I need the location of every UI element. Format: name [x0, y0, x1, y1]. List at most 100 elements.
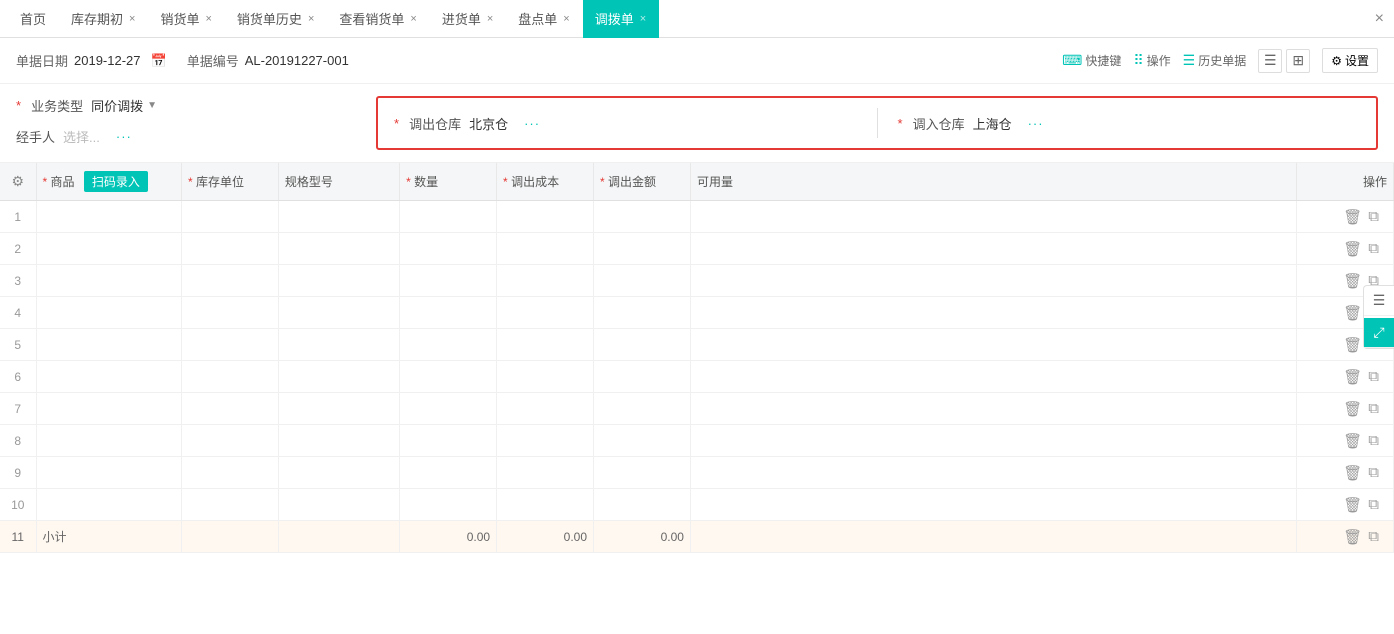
source-warehouse-label: 调出仓库 [409, 114, 461, 133]
row-10-amount [594, 489, 691, 521]
copy-row-11-btn[interactable]: ⧉ [1368, 528, 1379, 545]
side-expand-btn[interactable]: ⤢ [1364, 318, 1394, 348]
row-7-available [690, 393, 1296, 425]
table-row: 3 🗑 ⧉ [0, 265, 1394, 297]
source-warehouse-more-btn[interactable]: ··· [524, 116, 540, 131]
date-section: 单据日期 2019-12-27 📅 [16, 51, 167, 70]
warehouse-section: * 调出仓库 北京仓 ··· * 调入仓库 上海仓 ··· [376, 96, 1378, 150]
row-5-cost [497, 329, 594, 361]
row-7-product[interactable] [36, 393, 181, 425]
delete-row-9-btn[interactable]: 🗑 [1343, 464, 1362, 482]
row-1-qty [400, 201, 497, 233]
handler-more-btn[interactable]: ··· [116, 129, 132, 144]
tab-sales-order[interactable]: 销货单 × [148, 0, 224, 38]
table-row: 2 🗑 ⧉ [0, 233, 1394, 265]
table-settings-icon[interactable]: ⚙ [11, 173, 24, 189]
row-2-product[interactable] [36, 233, 181, 265]
close-purchase-order[interactable]: × [487, 13, 493, 25]
copy-row-8-btn[interactable]: ⧉ [1368, 432, 1379, 449]
row-4-amount [594, 297, 691, 329]
delete-row-7-btn[interactable]: 🗑 [1343, 400, 1362, 418]
row-2-available [690, 233, 1296, 265]
warehouse-divider [877, 108, 878, 138]
docnum-value: AL-20191227-001 [245, 53, 349, 68]
row-3-product[interactable] [36, 265, 181, 297]
row-5-available [690, 329, 1296, 361]
history-button[interactable]: ☰ 历史单据 [1183, 52, 1247, 69]
delete-row-11-btn[interactable]: 🗑 [1343, 528, 1362, 546]
copy-row-7-btn[interactable]: ⧉ [1368, 400, 1379, 417]
side-list-btn[interactable]: ☰ [1364, 286, 1394, 316]
shortcuts-button[interactable]: ⌨ 快捷键 [1062, 52, 1121, 69]
row-3-spec [278, 265, 399, 297]
row-10-product[interactable] [36, 489, 181, 521]
delete-row-8-btn[interactable]: 🗑 [1343, 432, 1362, 450]
row-9-product[interactable] [36, 457, 181, 489]
operations-button[interactable]: ⠿ 操作 [1133, 52, 1170, 69]
tab-purchase-order[interactable]: 进货单 × [430, 0, 506, 38]
row-6-cost [497, 361, 594, 393]
calendar-icon[interactable]: 📅 [151, 53, 167, 69]
tab-sales-history[interactable]: 销货单历史 × [225, 0, 327, 38]
layout-list-btn[interactable]: ☰ [1258, 49, 1282, 73]
tab-home[interactable]: 首页 [8, 0, 59, 38]
row-2-spec [278, 233, 399, 265]
source-warehouse-field: * 调出仓库 北京仓 ··· [394, 114, 857, 133]
delete-row-4-btn[interactable]: 🗑 [1343, 304, 1362, 322]
tab-inventory-init[interactable]: 库存期初 × [59, 0, 148, 38]
row-5-num: 5 [0, 329, 36, 361]
tab-inventory-count[interactable]: 盘点单 × [506, 0, 582, 38]
row-2-num: 2 [0, 233, 36, 265]
delete-row-2-btn[interactable]: 🗑 [1343, 240, 1362, 258]
close-inventory-init[interactable]: × [129, 13, 135, 25]
row-7-amount [594, 393, 691, 425]
subtotal-amount: 0.00 [594, 521, 691, 553]
target-warehouse-more-btn[interactable]: ··· [1028, 116, 1044, 131]
settings-button[interactable]: ⚙ 设置 [1322, 48, 1378, 73]
row-8-product[interactable] [36, 425, 181, 457]
col-amount: * 调出金额 [594, 163, 691, 201]
close-sales-order[interactable]: × [205, 13, 211, 25]
close-transfer[interactable]: × [640, 13, 646, 25]
row-4-product[interactable] [36, 297, 181, 329]
target-warehouse-value: 上海仓 [973, 114, 1012, 133]
handler-placeholder[interactable]: 选择... [63, 127, 100, 146]
table-row: 5 🗑 ⧉ [0, 329, 1394, 361]
row-5-product[interactable] [36, 329, 181, 361]
close-sales-history[interactable]: × [308, 13, 314, 25]
close-view-sales[interactable]: × [410, 13, 416, 25]
copy-row-6-btn[interactable]: ⧉ [1368, 368, 1379, 385]
copy-row-2-btn[interactable]: ⧉ [1368, 240, 1379, 257]
business-type-select[interactable]: 同价调拨 ▼ [91, 96, 271, 115]
target-warehouse-field: * 调入仓库 上海仓 ··· [898, 114, 1361, 133]
delete-row-3-btn[interactable]: 🗑 [1343, 272, 1362, 290]
row-6-spec [278, 361, 399, 393]
copy-row-9-btn[interactable]: ⧉ [1368, 464, 1379, 481]
tab-transfer[interactable]: 调拨单 × [583, 0, 659, 38]
row-6-product[interactable] [36, 361, 181, 393]
close-window-button[interactable]: × [1375, 10, 1384, 28]
business-type-value: 同价调拨 [91, 96, 143, 115]
settings-gear-icon: ⚙ [1331, 54, 1342, 68]
row-1-product[interactable] [36, 201, 181, 233]
row-1-spec [278, 201, 399, 233]
delete-row-1-btn[interactable]: 🗑 [1343, 208, 1362, 226]
layout-grid-btn[interactable]: ⊞ [1286, 49, 1310, 73]
subtotal-ops: 🗑 ⧉ [1296, 521, 1393, 553]
copy-row-10-btn[interactable]: ⧉ [1368, 496, 1379, 513]
scan-button[interactable]: 扫码录入 [84, 171, 148, 192]
row-5-amount [594, 329, 691, 361]
delete-row-10-btn[interactable]: 🗑 [1343, 496, 1362, 514]
delete-row-6-btn[interactable]: 🗑 [1343, 368, 1362, 386]
row-2-amount [594, 233, 691, 265]
row-5-unit [181, 329, 278, 361]
target-required: * [898, 116, 903, 131]
row-5-qty [400, 329, 497, 361]
col-product: * 商品 扫码录入 [36, 163, 181, 201]
delete-row-5-btn[interactable]: 🗑 [1343, 336, 1362, 354]
copy-row-1-btn[interactable]: ⧉ [1368, 208, 1379, 225]
row-8-ops: 🗑 ⧉ [1296, 425, 1393, 457]
close-inventory-count[interactable]: × [563, 13, 569, 25]
tab-view-sales[interactable]: 查看销货单 × [327, 0, 429, 38]
row-4-available [690, 297, 1296, 329]
